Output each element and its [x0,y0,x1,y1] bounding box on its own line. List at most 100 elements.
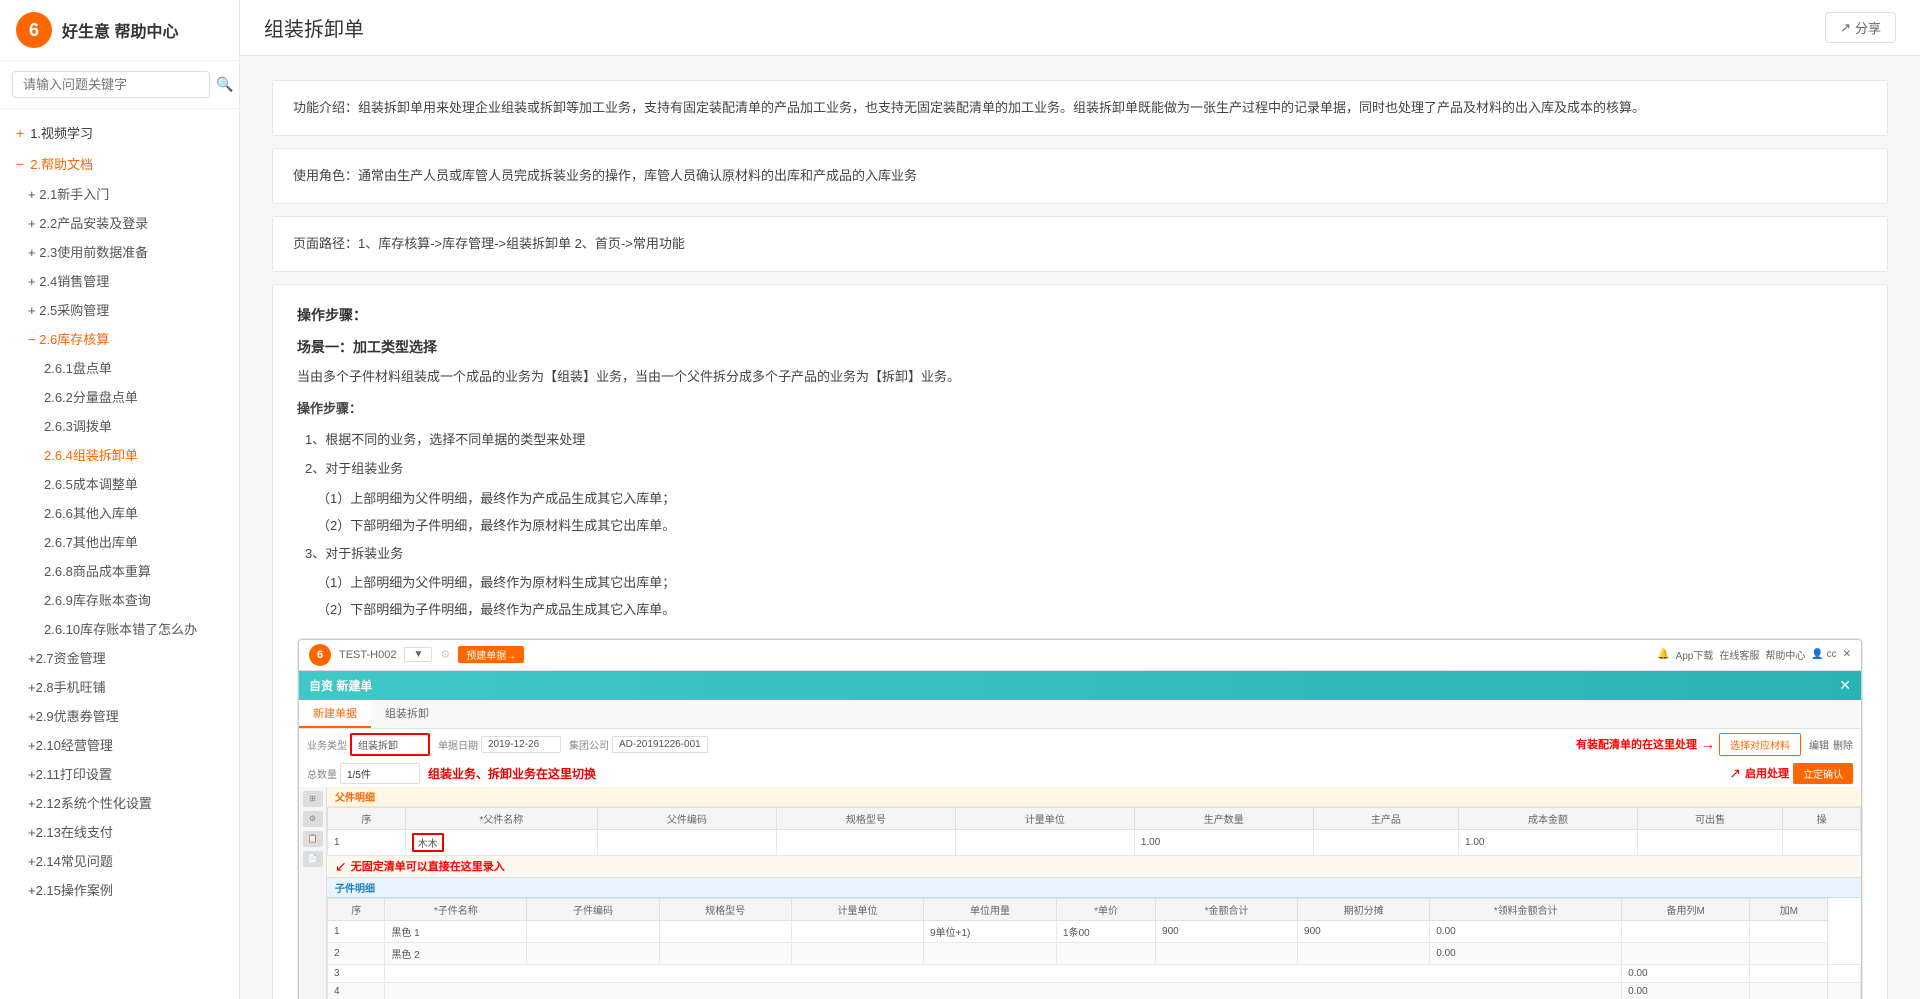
screen-modal-header: 自资 新建单 ✕ [299,671,1861,700]
step3-sub2: （2）下部明细为子件明细，最终作为产成品生成其它入库单。 [317,598,1863,621]
sidebar-item-sales[interactable]: + 2.4销售管理 [28,266,239,295]
search-button[interactable]: 🔍 [216,76,233,93]
screen-col-parent-name: *父件名称 [405,807,597,829]
screen-col-main-prod: 主产品 [1313,807,1458,829]
screen-upper-row-1-act [1783,829,1861,855]
screen-field-qty: 总数量 1/5件 [307,763,420,784]
screen-assign-btn[interactable]: 选择对应材料 [1719,733,1801,756]
screen-lower-col-seq: 序 [328,898,385,920]
sidebar-item-assembly[interactable]: 2.6.4组装拆卸单 [44,440,239,469]
app-title: 好生意 帮助中心 [62,18,178,42]
screen-upper-table-header: 父件明细 [327,787,1861,807]
main-area: 组装拆卸单 ↗ 分享 功能介绍：组装拆卸单用来处理企业组装或拆卸等加工业务，支持… [240,0,1920,999]
screen-modal-close[interactable]: ✕ [1839,677,1851,694]
intro-text: 功能介绍：组装拆卸单用来处理企业组装或拆卸等加工业务，支持有固定装配清单的产品加… [293,100,1645,115]
screen-sidebar-icon1[interactable]: ⊞ [303,791,323,807]
screen-lower-row-4: 40.00 [328,982,1861,999]
sidebar-item-stocktake[interactable]: 2.6.1盘点单 [44,353,239,382]
sidebar-item-install[interactable]: + 2.2产品安装及登录 [28,208,239,237]
screen-lower-col-usage: 单位用量 [924,898,1057,920]
annotation5-text: 无固定清单可以直接在这里录入 [351,858,505,874]
screen-sidebar-icon4[interactable]: 📄 [303,851,323,867]
screen-tab-assembly[interactable]: 组装拆卸 [371,700,443,728]
screen-date-value[interactable]: 2019-12-26 [481,736,561,753]
sidebar-item-print[interactable]: +2.11打印设置 [28,759,239,788]
screen-col-sellable: 可出售 [1638,807,1783,829]
share-button[interactable]: ↗ 分享 [1825,12,1896,43]
screen-titlebar: 6 TEST-H002 ▼ ⚙ 预建单据→ 🔔 App下载 在线客服 帮助中心 … [299,640,1861,671]
sidebar-item-finance[interactable]: +2.7资金管理 [28,643,239,672]
screen-main-content: 父件明细 序 *父件名称 父件编码 规格型号 计量单位 [327,787,1861,999]
sidebar-item-inventory-ledger[interactable]: 2.6.9库存账本查询 [44,585,239,614]
screen-action-btn[interactable]: 预建单据→ [458,646,524,663]
sidebar-item-cases[interactable]: +2.15操作案例 [28,875,239,904]
screen-lower-row-2: 2 黑色 2 [328,942,1861,964]
sidebar-item-faq[interactable]: +2.14常见问题 [28,846,239,875]
sidebar-item-newbie[interactable]: + 2.1新手入门 [28,179,239,208]
sidebar-item-system[interactable]: +2.12系统个性化设置 [28,788,239,817]
screen-tab-neworder[interactable]: 新建单据 [299,700,371,728]
screenshot-inner: 6 TEST-H002 ▼ ⚙ 预建单据→ 🔔 App下载 在线客服 帮助中心 … [298,639,1862,999]
sidebar-item-cost-adjust[interactable]: 2.6.5成本调整单 [44,469,239,498]
screen-field-type: 业务类型 组装拆卸 [307,733,430,756]
sidebar-item-operations[interactable]: +2.10经营管理 [28,730,239,759]
annotation3-container: ↗ 启用处理 立定确认 [1729,763,1853,784]
sidebar-item-purchase[interactable]: + 2.5采购管理 [28,295,239,324]
screen-top-right: 🔔 App下载 在线客服 帮助中心 👤 cc ✕ [1657,647,1851,662]
sidebar-item-partial-stocktake[interactable]: 2.6.2分量盘点单 [44,382,239,411]
step2-sub1: （1）上部明细为父件明细，最终作为产成品生成其它入库单； [317,487,1863,510]
screen-lower-col-add: 加M [1750,898,1828,920]
annotation1-text: 有装配清单的在这里处理 [1576,736,1697,752]
screen-close[interactable]: ✕ [1843,649,1851,660]
screen-qty-value[interactable]: 1/5件 [340,763,420,784]
screen-upper-row-1-name: 木木 [405,829,597,855]
screen-dropdown[interactable]: ▼ [404,647,432,662]
plus-icon: + [16,125,24,141]
role-text: 使用角色：通常由生产人员或库管人员完成拆装业务的操作，库管人员确认原材料的出库和… [293,168,917,183]
nav-group-video-title[interactable]: + 1.视频学习 [0,117,239,148]
screen-upper-row-1-name-box[interactable]: 木木 [412,833,444,852]
nav-group-video-label: 1.视频学习 [30,123,93,142]
sidebar-item-other-out[interactable]: 2.6.7其他出库单 [44,527,239,556]
sidebar-item-cost-recalc[interactable]: 2.6.8商品成本重算 [44,556,239,585]
annotation3-text: 启用处理 [1745,765,1789,781]
screen-upper-row-1-code [597,829,776,855]
screen-user-avatar: 👤 cc [1811,649,1836,660]
nav-group-docs: − 2.帮助文档 + 2.1新手入门 + 2.2产品安装及登录 + 2.3使用前… [0,148,239,904]
screen-lower-col-price: *单价 [1057,898,1156,920]
screen-confirm-btn[interactable]: 立定确认 [1793,763,1853,784]
sidebar-item-inventory[interactable]: − 2.6库存核算 [28,324,239,353]
sidebar-item-transfer[interactable]: 2.6.3调拨单 [44,411,239,440]
screen-upper-row-1-spec [776,829,955,855]
sidebar-item-other-in[interactable]: 2.6.6其他入库单 [44,498,239,527]
screen-icon-help: 在线客服 [1719,647,1759,662]
step3-sub1: （1）上部明细为父件明细，最终作为原材料生成其它出库单； [317,571,1863,594]
annotation1-container: 有装配清单的在这里处理 → 选择对应材料 编辑 删除 [1576,733,1853,756]
screen-upper-row-1-sell [1638,829,1783,855]
annotation3-arrow: ↗ [1729,765,1741,782]
screen-sidebar-icon3[interactable]: 📋 [303,831,323,847]
screen-title: TEST-H002 [339,649,396,661]
sidebar: 6 好生意 帮助中心 🔍 + 1.视频学习 − 2.帮助文档 + 2.1新手入门 [0,0,240,999]
sidebar-item-mobile[interactable]: +2.8手机旺铺 [28,672,239,701]
sidebar-item-payment[interactable]: +2.13在线支付 [28,817,239,846]
sidebar-item-data[interactable]: + 2.3使用前数据准备 [28,237,239,266]
screen-type-value[interactable]: 组装拆卸 [350,733,430,756]
screen-icon-bell: 🔔 [1657,649,1669,660]
screen-col-unit: 计量单位 [955,807,1134,829]
page-title: 组装拆卸单 [264,13,364,42]
screen-edit-btn[interactable]: 编辑 [1809,737,1829,752]
search-input[interactable] [12,71,210,98]
path-block: 页面路径：1、库存核算->库存管理->组装拆卸单 2、首页->常用功能 [272,216,1888,272]
screen-sidebar-icon2[interactable]: ⚙ [303,811,323,827]
screen-upper-row-1-seq: 1 [328,829,406,855]
minus-icon: − [16,156,24,172]
screen-dept-value[interactable]: AD-20191226-001 [612,736,708,753]
screen-del-btn[interactable]: 删除 [1833,737,1853,752]
sidebar-item-ledger-fix[interactable]: 2.6.10库存账本错了怎么办 [44,614,239,643]
nav-group-docs-title[interactable]: − 2.帮助文档 [0,148,239,179]
sidebar-item-coupon[interactable]: +2.9优惠券管理 [28,701,239,730]
screen-col-seq: 序 [328,807,406,829]
logo-icon: 6 [16,12,52,48]
screen-icon-guide: 帮助中心 [1765,647,1805,662]
